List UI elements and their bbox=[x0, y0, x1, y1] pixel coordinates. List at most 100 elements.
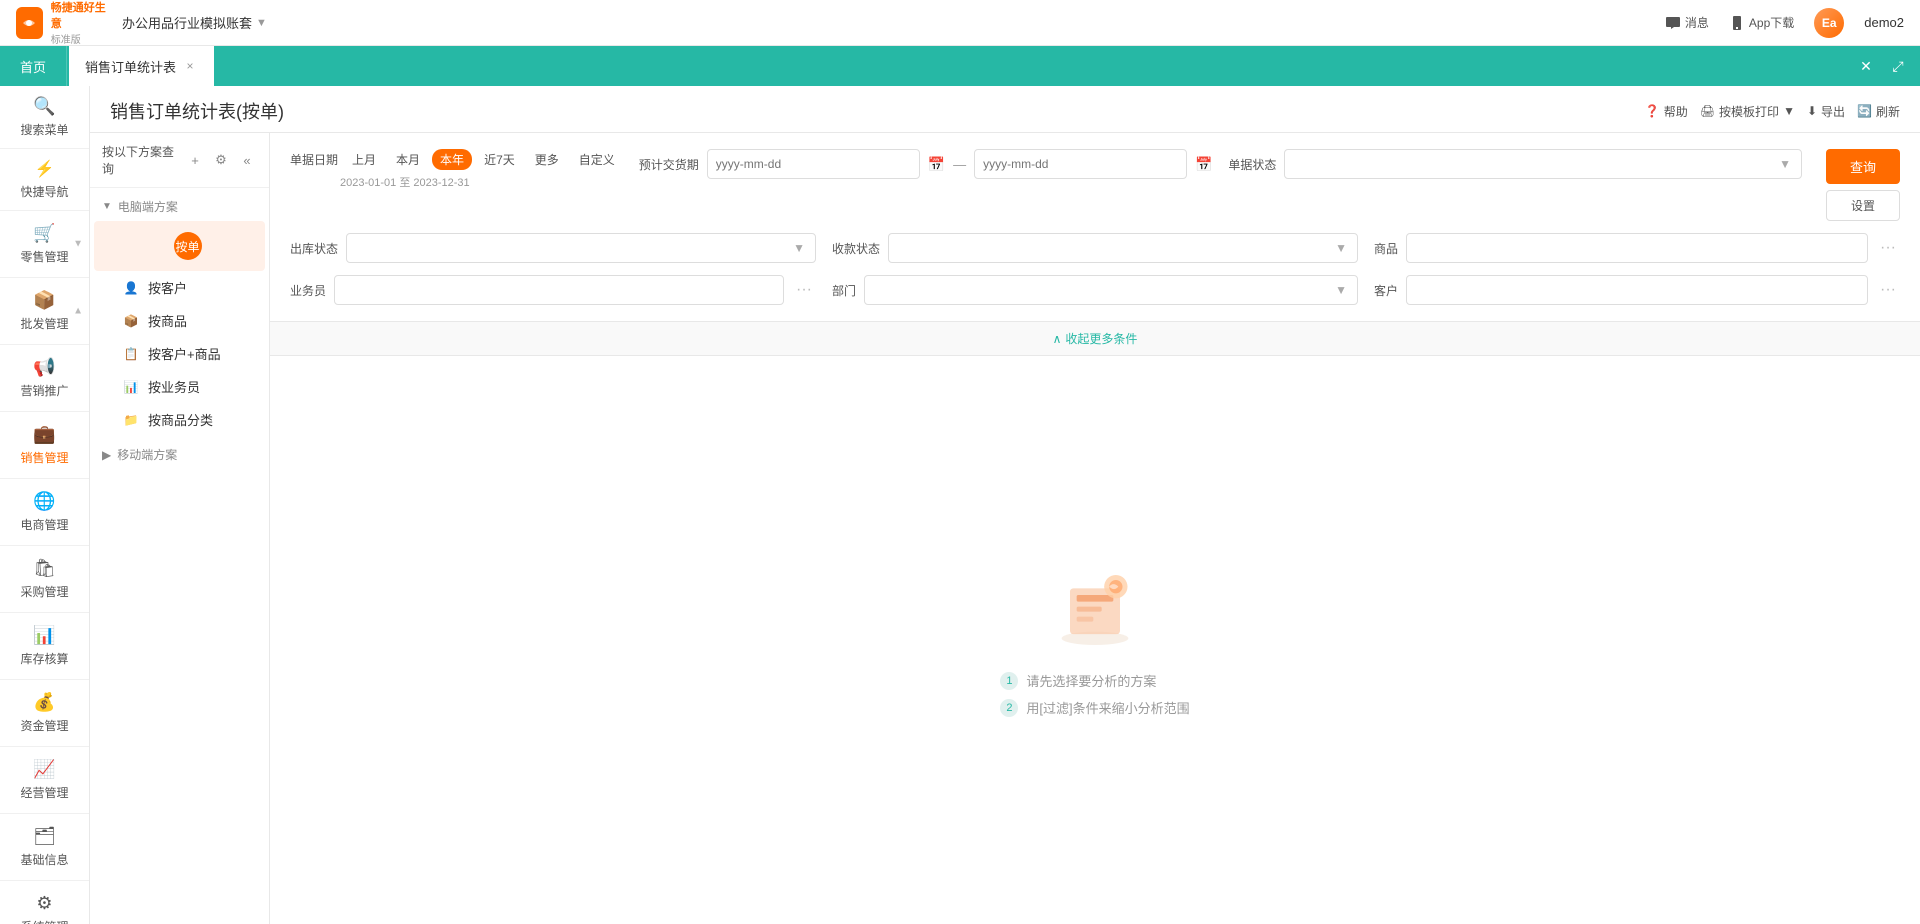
tab-home[interactable]: 首页 bbox=[0, 46, 67, 86]
export-icon: ⬇ bbox=[1807, 104, 1817, 118]
workspace-selector[interactable]: 办公用品行业模拟账套 ▼ bbox=[122, 13, 267, 32]
empty-tip-1: 1 请先选择要分析的方案 bbox=[1000, 671, 1189, 690]
receipt-status-dropdown[interactable]: ▼ bbox=[888, 233, 1358, 263]
tabbar-close-button[interactable]: ✕ bbox=[1852, 52, 1880, 80]
mobile-group-toggle[interactable]: ▶ ▶ 移动端方案 移动端方案 bbox=[90, 440, 269, 469]
scheme-item-by-category[interactable]: 📁 按商品分类 bbox=[94, 403, 265, 436]
scheme-collapse-button[interactable]: « bbox=[237, 150, 257, 170]
arrow-icon: ▲ bbox=[73, 306, 83, 317]
goods-input-area[interactable] bbox=[1406, 233, 1868, 263]
sidebar-item-finance[interactable]: 💰 资金管理 bbox=[0, 680, 89, 747]
date-pill-this-month[interactable]: 本月 bbox=[388, 149, 428, 170]
customer-input-area[interactable] bbox=[1406, 275, 1868, 305]
goods-more-icon[interactable]: ··· bbox=[1876, 239, 1900, 257]
expected-date-end-input[interactable] bbox=[974, 149, 1187, 179]
date-pill-custom[interactable]: 自定义 bbox=[571, 149, 623, 170]
tabbar: 首页 销售订单统计表 × ✕ ⤢ bbox=[0, 46, 1920, 86]
goods-label: 商品 bbox=[1374, 240, 1398, 257]
sidebar-item-basic[interactable]: 🗂 基础信息 bbox=[0, 814, 89, 881]
query-button[interactable]: 查询 bbox=[1826, 149, 1900, 184]
scheme-item-by-salesperson[interactable]: 📊 按业务员 bbox=[94, 370, 265, 403]
customer-more-icon[interactable]: ··· bbox=[1876, 281, 1900, 299]
scheme-item-by-order[interactable]: 按单 bbox=[94, 221, 265, 271]
filter-area: 单据日期 上月 本月 本年 近7天 更多 自定义 2023 bbox=[270, 133, 1920, 322]
print-arrow-icon: ▼ bbox=[1783, 104, 1795, 118]
date-label: 单据日期 bbox=[290, 151, 338, 168]
date-pill-more[interactable]: 更多 bbox=[527, 149, 567, 170]
sidebar-search-item[interactable]: 🔍 搜索菜单 bbox=[0, 86, 89, 149]
scheme-item-by-customer-goods[interactable]: 📋 按客户+商品 bbox=[94, 337, 265, 370]
collapse-label: 收起更多条件 bbox=[1065, 330, 1137, 347]
tab-current[interactable]: 销售订单统计表 × bbox=[69, 46, 214, 86]
export-button[interactable]: ⬇ 导出 bbox=[1807, 103, 1845, 120]
sidebar-item-sales[interactable]: 💼 销售管理 bbox=[0, 412, 89, 479]
dept-label: 部门 bbox=[832, 282, 856, 299]
scheme-item-by-customer[interactable]: 👤 按客户 bbox=[94, 271, 265, 304]
out-status-dropdown[interactable]: ▼ bbox=[346, 233, 816, 263]
sidebar-item-wholesale[interactable]: 📦 批发管理 ▲ bbox=[0, 278, 89, 345]
sidebar-quick-nav[interactable]: ⚡ 快捷导航 bbox=[0, 149, 89, 211]
receipt-status-label: 收款状态 bbox=[832, 240, 880, 257]
content-area: 销售订单统计表(按单) ❓ 帮助 🖨 按模板打印 ▼ ⬇ 导出 🔄 刷新 bbox=[90, 86, 1920, 924]
user-name[interactable]: demo2 bbox=[1864, 15, 1904, 30]
sidebar-item-retail[interactable]: 🛒 零售管理 ▼ bbox=[0, 211, 89, 278]
date-separator: — bbox=[953, 157, 966, 172]
refresh-button[interactable]: 🔄 刷新 bbox=[1857, 103, 1900, 120]
filter-panel: 单据日期 上月 本月 本年 近7天 更多 自定义 2023 bbox=[270, 133, 1920, 924]
sidebar: 🔍 搜索菜单 ⚡ 快捷导航 🛒 零售管理 ▼ 📦 批发管理 ▲ 📢 营销推广 💼… bbox=[0, 86, 90, 924]
app-download-button[interactable]: App下载 bbox=[1729, 14, 1794, 31]
sidebar-item-purchase[interactable]: 🛍 采购管理 bbox=[0, 546, 89, 613]
workspace-area: 办公用品行业模拟账套 ▼ bbox=[122, 13, 1665, 32]
scheme-settings-button[interactable]: ⚙ bbox=[211, 150, 231, 170]
message-button[interactable]: 消息 bbox=[1665, 14, 1709, 31]
expected-date-start-input[interactable] bbox=[707, 149, 920, 179]
pc-scheme-group: ▼ 电脑端方案 按单 👤 按客户 📦 按商品 � bbox=[90, 188, 269, 440]
sidebar-item-inventory[interactable]: 📊 库存核算 bbox=[0, 613, 89, 680]
date-pill-this-year[interactable]: 本年 bbox=[432, 149, 472, 170]
print-icon: 🖨 bbox=[1700, 104, 1715, 118]
sales-input-area[interactable] bbox=[334, 275, 784, 305]
calendar-start-icon[interactable]: 📅 bbox=[928, 156, 945, 173]
topbar-right: 消息 App下载 Ea demo2 bbox=[1665, 8, 1904, 38]
settings-button[interactable]: 设置 bbox=[1826, 190, 1900, 221]
dept-dropdown[interactable]: ▼ bbox=[864, 275, 1358, 305]
tabbar-expand-button[interactable]: ⤢ bbox=[1884, 52, 1912, 80]
help-icon: ❓ bbox=[1645, 104, 1660, 118]
scheme-header-label: 按以下方案查询 bbox=[102, 143, 185, 177]
mobile-group-arrow-icon: ▶ bbox=[102, 448, 111, 462]
calendar-end-icon[interactable]: 📅 bbox=[1195, 156, 1212, 173]
sidebar-item-ecommerce[interactable]: 🌐 电商管理 bbox=[0, 479, 89, 546]
empty-state: 1 请先选择要分析的方案 2 用[过滤]条件来缩小分析范围 bbox=[270, 356, 1920, 924]
avatar[interactable]: Ea bbox=[1814, 8, 1844, 38]
date-pill-last-month[interactable]: 上月 bbox=[344, 149, 384, 170]
sidebar-item-marketing[interactable]: 📢 营销推广 bbox=[0, 345, 89, 412]
page-actions: ❓ 帮助 🖨 按模板打印 ▼ ⬇ 导出 🔄 刷新 bbox=[1645, 103, 1900, 120]
order-status-dropdown[interactable]: ▼ bbox=[1284, 149, 1802, 179]
sidebar-item-system[interactable]: ⚙ 系统管理 bbox=[0, 881, 89, 924]
collapse-bar[interactable]: ∧ 收起更多条件 bbox=[270, 322, 1920, 356]
sales-label: 业务员 bbox=[290, 282, 326, 299]
tab-close-button[interactable]: × bbox=[182, 58, 198, 74]
sidebar-item-operation[interactable]: 📈 经营管理 bbox=[0, 747, 89, 814]
logo: 畅捷通好生意 标准版 bbox=[16, 0, 106, 46]
status-dropdown-arrow-icon: ▼ bbox=[1779, 157, 1791, 171]
category-scheme-icon: 📁 bbox=[122, 411, 140, 429]
group-arrow-icon: ▼ bbox=[102, 201, 112, 212]
date-pill-7days[interactable]: 近7天 bbox=[476, 149, 523, 170]
workspace-chevron-icon: ▼ bbox=[256, 17, 267, 29]
action-buttons: 查询 设置 bbox=[1818, 149, 1900, 221]
tip-num-1: 1 bbox=[1000, 672, 1018, 690]
collapse-icon: ∧ bbox=[1053, 332, 1062, 346]
scheme-item-by-goods[interactable]: 📦 按商品 bbox=[94, 304, 265, 337]
customer-label: 客户 bbox=[1374, 282, 1398, 299]
scheme-add-button[interactable]: + bbox=[185, 150, 205, 170]
empty-illustration bbox=[1045, 555, 1145, 655]
dept-arrow-icon: ▼ bbox=[1335, 283, 1347, 297]
help-button[interactable]: ❓ 帮助 bbox=[1645, 103, 1688, 120]
workspace-name: 办公用品行业模拟账套 bbox=[122, 13, 252, 32]
order-status-label: 单据状态 bbox=[1228, 156, 1276, 173]
sales-more-icon[interactable]: ··· bbox=[792, 281, 816, 299]
pc-group-toggle[interactable]: ▼ 电脑端方案 bbox=[90, 192, 269, 221]
template-print-button[interactable]: 🖨 按模板打印 ▼ bbox=[1700, 103, 1795, 120]
expected-date-label: 预计交货期 bbox=[639, 156, 699, 173]
